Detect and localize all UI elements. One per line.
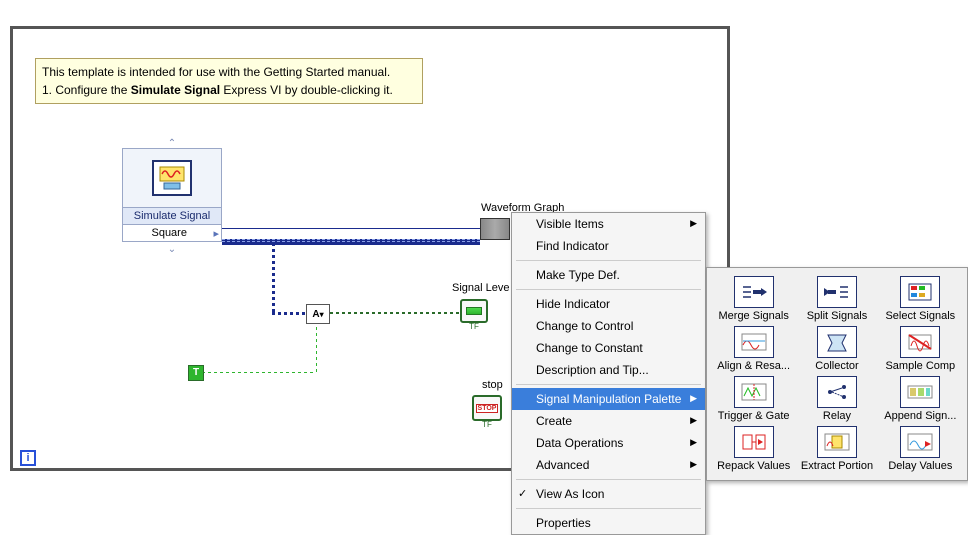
palette-label: Trigger & Gate: [713, 410, 794, 422]
menu-item-advanced[interactable]: Advanced▶: [512, 454, 705, 476]
palette-label: Delay Values: [880, 460, 961, 472]
palette-icon: [734, 276, 774, 308]
chevron-right-icon: ▸: [213, 227, 219, 240]
menu-item-change-to-constant[interactable]: Change to Constant: [512, 337, 705, 359]
palette-label: Append Sign...: [880, 410, 961, 422]
loop-iteration-terminal[interactable]: i: [20, 450, 36, 466]
palette-icon: [734, 426, 774, 458]
submenu-arrow-icon: ▶: [690, 415, 697, 426]
palette-item-relay[interactable]: Relay: [796, 376, 877, 422]
menu-separator: [516, 384, 701, 385]
stop-label: stop: [482, 379, 503, 391]
boolean-true-constant[interactable]: T: [188, 365, 204, 381]
context-menu: Visible Items▶Find Indicator Make Type De…: [511, 212, 706, 535]
sine-wave-icon: [154, 163, 190, 193]
signal-level-terminal[interactable]: TF: [460, 299, 488, 323]
palette-item-trigger-gate[interactable]: Trigger & Gate: [713, 376, 794, 422]
palette-icon: [900, 326, 940, 358]
menu-item-description-and-tip[interactable]: Description and Tip...: [512, 359, 705, 381]
chevron-down-icon: ▾: [320, 310, 324, 319]
simulate-signal-icon-box: [122, 148, 222, 208]
palette-label: Collector: [796, 360, 877, 372]
palette-item-extract-portion[interactable]: Extract Portion: [796, 426, 877, 472]
palette-icon: [900, 276, 940, 308]
submenu-arrow-icon: ▶: [690, 459, 697, 470]
waveform-graph-terminal[interactable]: [480, 218, 510, 240]
comparison-node[interactable]: A▾: [306, 304, 330, 324]
palette-icon: [900, 426, 940, 458]
palette-label: Align & Resa...: [713, 360, 794, 372]
palette-item-align-resa[interactable]: Align & Resa...: [713, 326, 794, 372]
palette-icon: [817, 326, 857, 358]
wire-branch-right: [272, 312, 306, 315]
palette-icon: [900, 376, 940, 408]
wire-signal-main-top: [222, 228, 480, 229]
palette-icon: [817, 426, 857, 458]
menu-item-data-operations[interactable]: Data Operations▶: [512, 432, 705, 454]
menu-item-view-as-icon[interactable]: View As Icon✓: [512, 483, 705, 505]
simulate-signal-node[interactable]: ⌃ Simulate Signal Square ▸ ⌄: [122, 148, 222, 248]
submenu-arrow-icon: ▶: [690, 393, 697, 404]
expand-down-icon[interactable]: ⌄: [122, 244, 222, 255]
palette-item-delay-values[interactable]: Delay Values: [880, 426, 961, 472]
palette-label: Select Signals: [880, 310, 961, 322]
menu-separator: [516, 508, 701, 509]
simulate-signal-title: Simulate Signal: [122, 208, 222, 225]
palette-icon: [817, 376, 857, 408]
signal-level-label: Signal Leve: [452, 282, 510, 294]
wire-signal-main: [222, 239, 480, 242]
led-icon: [466, 307, 482, 315]
menu-item-create[interactable]: Create▶: [512, 410, 705, 432]
menu-separator: [516, 479, 701, 480]
menu-separator: [516, 289, 701, 290]
menu-item-visible-items[interactable]: Visible Items▶: [512, 213, 705, 235]
palette-item-split-signals[interactable]: Split Signals: [796, 276, 877, 322]
palette-label: Split Signals: [796, 310, 877, 322]
submenu-arrow-icon: ▶: [690, 437, 697, 448]
palette-item-collector[interactable]: Collector: [796, 326, 877, 372]
palette-item-sample-comp[interactable]: Sample Comp: [880, 326, 961, 372]
wire-bool-const: [316, 316, 317, 372]
wire-bool-const-h: [196, 372, 316, 373]
signal-manipulation-palette: Merge SignalsSplit SignalsSelect Signals…: [706, 267, 968, 481]
menu-item-properties[interactable]: Properties: [512, 512, 705, 534]
palette-item-append-sign[interactable]: Append Sign...: [880, 376, 961, 422]
palette-label: Merge Signals: [713, 310, 794, 322]
palette-item-repack-values[interactable]: Repack Values: [713, 426, 794, 472]
palette-icon: [817, 276, 857, 308]
comment-box: This template is intended for use with t…: [35, 58, 423, 104]
simulate-signal-output[interactable]: Square ▸: [122, 225, 222, 242]
palette-icon: [734, 376, 774, 408]
palette-item-select-signals[interactable]: Select Signals: [880, 276, 961, 322]
wire-bool-to-led: [330, 312, 460, 314]
expand-up-icon[interactable]: ⌃: [122, 138, 222, 149]
stop-terminal[interactable]: STOPTF: [472, 395, 502, 421]
palette-label: Repack Values: [713, 460, 794, 472]
menu-item-find-indicator[interactable]: Find Indicator: [512, 235, 705, 257]
menu-item-signal-manipulation-palette[interactable]: Signal Manipulation Palette▶: [512, 388, 705, 410]
palette-item-merge-signals[interactable]: Merge Signals: [713, 276, 794, 322]
palette-icon: [734, 326, 774, 358]
stop-icon: STOP: [476, 404, 499, 413]
menu-item-make-type-def[interactable]: Make Type Def.: [512, 264, 705, 286]
menu-item-hide-indicator[interactable]: Hide Indicator: [512, 293, 705, 315]
palette-label: Relay: [796, 410, 877, 422]
comment-line-1: This template is intended for use with t…: [42, 63, 416, 81]
check-icon: ✓: [518, 487, 527, 500]
palette-label: Sample Comp: [880, 360, 961, 372]
palette-label: Extract Portion: [796, 460, 877, 472]
submenu-arrow-icon: ▶: [690, 218, 697, 229]
menu-separator: [516, 260, 701, 261]
menu-item-change-to-control[interactable]: Change to Control: [512, 315, 705, 337]
wire-branch-down: [272, 244, 275, 312]
comment-line-2: 1. Configure the Simulate Signal Express…: [42, 81, 416, 99]
